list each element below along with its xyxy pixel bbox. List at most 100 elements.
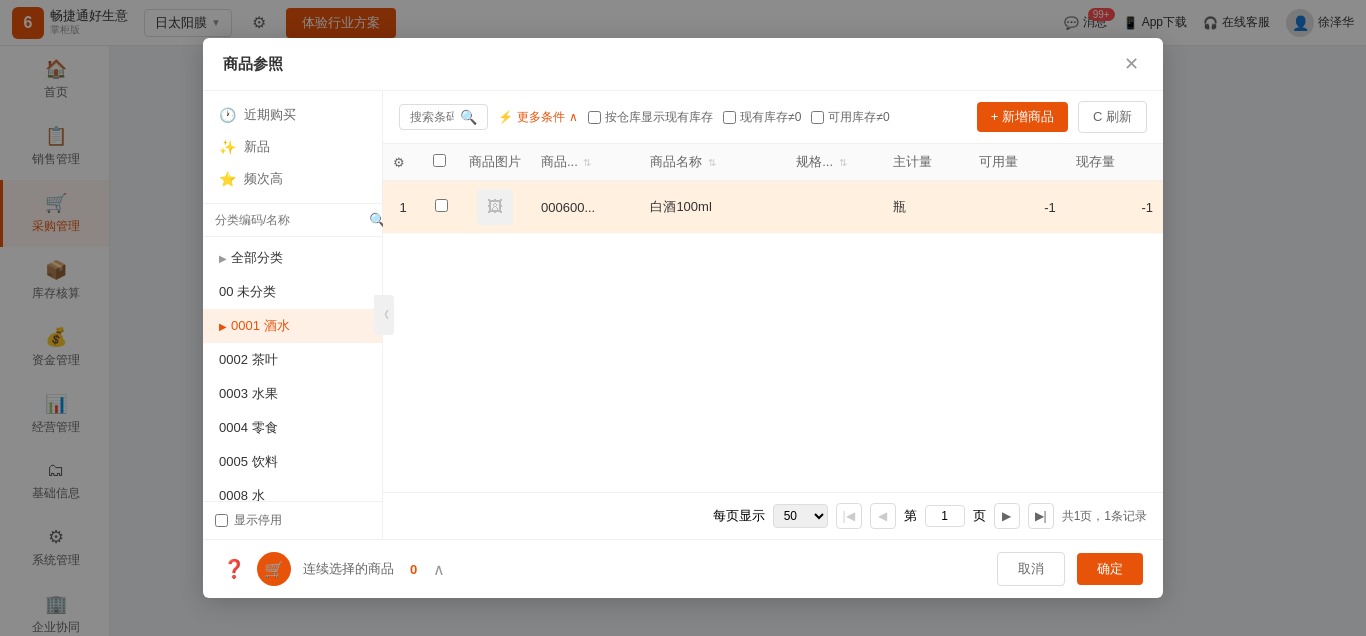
filter-icon: ⚡ [498, 110, 513, 124]
per-page-select[interactable]: 50 100 200 [773, 504, 828, 528]
product-search-icon[interactable]: 🔍 [460, 109, 477, 125]
th-spec[interactable]: 规格... ⇅ [786, 144, 883, 181]
warehouse-checkbox[interactable] [588, 111, 601, 124]
cat-item-0002[interactable]: 0002 茶叶 [203, 343, 382, 377]
modal-body: 🕐 近期购买 ✨ 新品 ⭐ 频次高 🔍 [203, 91, 1163, 539]
selected-count: 0 [410, 562, 417, 577]
row-checkbox[interactable] [423, 181, 459, 234]
product-table: ⚙ 商品图片 商品... ⇅ 商品名称 ⇅ [383, 144, 1163, 234]
product-table-wrap: ⚙ 商品图片 商品... ⇅ 商品名称 ⇅ [383, 144, 1163, 492]
tab-freq-label: 频次高 [244, 170, 283, 188]
usable-checkbox[interactable] [811, 111, 824, 124]
code-sort-icon: ⇅ [583, 157, 591, 168]
tab-recent-purchase[interactable]: 🕐 近期购买 [203, 99, 382, 131]
help-icon[interactable]: ❓ [223, 558, 245, 580]
th-gear[interactable]: ⚙ [383, 144, 423, 181]
category-list: ▶ 全部分类 00 未分类 ▶ 0001 酒水 0002 茶叶 0003 水果 [203, 237, 382, 501]
star-icon: ⭐ [219, 171, 236, 187]
row-unit: 瓶 [883, 181, 968, 234]
cat-item-0003[interactable]: 0003 水果 [203, 377, 382, 411]
cat-item-0001[interactable]: ▶ 0001 酒水 [203, 309, 382, 343]
pagination: 每页显示 50 100 200 |◀ ◀ 第 页 ▶ ▶| 共1页，1条记录 [383, 492, 1163, 539]
product-panel: 🔍 ⚡ 更多条件 ∧ 按仓库显示现有库存 现有库存≠0 [383, 91, 1163, 539]
row-available: -1 [969, 181, 1066, 234]
th-stock: 现存量 [1066, 144, 1163, 181]
show-disabled-label[interactable]: 显示停用 [215, 512, 370, 529]
product-toolbar: 🔍 ⚡ 更多条件 ∧ 按仓库显示现有库存 现有库存≠0 [383, 91, 1163, 144]
th-image: 商品图片 [459, 144, 531, 181]
row-num: 1 [383, 181, 423, 234]
row-select-checkbox[interactable] [435, 199, 448, 212]
product-reference-modal: 商品参照 ✕ 🕐 近期购买 ✨ 新品 ⭐ 频次高 [203, 38, 1163, 598]
refresh-button[interactable]: C 刷新 [1078, 101, 1147, 133]
warehouse-checkbox-label[interactable]: 按仓库显示现有库存 [588, 109, 713, 126]
cat-arrow-all: ▶ [219, 253, 227, 264]
product-search-box: 🔍 [399, 104, 488, 130]
table-row[interactable]: 1 🖼 000600... 白酒100ml 瓶 -1 -1 [383, 181, 1163, 234]
th-unit[interactable]: 主计量 [883, 144, 968, 181]
cat-item-all[interactable]: ▶ 全部分类 [203, 241, 382, 275]
spec-sort-icon: ⇅ [839, 157, 847, 168]
page-unit: 页 [973, 507, 986, 525]
footer-collapse-icon[interactable]: ∧ [433, 560, 445, 579]
category-search: 🔍 [203, 204, 382, 237]
th-name[interactable]: 商品名称 ⇅ [640, 144, 786, 181]
tab-recent-label: 近期购买 [244, 106, 296, 124]
modal-overlay: 商品参照 ✕ 🕐 近期购买 ✨ 新品 ⭐ 频次高 [0, 0, 1366, 636]
select-all-checkbox[interactable] [433, 154, 446, 167]
category-top-tabs: 🕐 近期购买 ✨ 新品 ⭐ 频次高 [203, 91, 382, 204]
page-label: 第 [904, 507, 917, 525]
name-sort-icon: ⇅ [708, 157, 716, 168]
category-panel: 🕐 近期购买 ✨ 新品 ⭐ 频次高 🔍 [203, 91, 383, 539]
category-search-input[interactable] [215, 213, 365, 227]
add-product-button[interactable]: + 新增商品 [977, 102, 1068, 132]
per-page-label: 每页显示 [713, 507, 765, 525]
cat-item-0008[interactable]: 0008 水 [203, 479, 382, 501]
cart-icon: 🛒 [257, 552, 291, 586]
available-checkbox-text: 现有库存≠0 [740, 109, 801, 126]
new-icon: ✨ [219, 139, 236, 155]
usable-checkbox-label[interactable]: 可用库存≠0 [811, 109, 889, 126]
show-disabled-checkbox[interactable] [215, 514, 228, 527]
th-code[interactable]: 商品... ⇅ [531, 144, 640, 181]
page-first-button[interactable]: |◀ [836, 503, 862, 529]
page-last-button[interactable]: ▶| [1028, 503, 1054, 529]
th-check[interactable] [423, 144, 459, 181]
row-stock: -1 [1066, 181, 1163, 234]
row-code: 000600... [531, 181, 640, 234]
page-next-button[interactable]: ▶ [994, 503, 1020, 529]
filter-arrow-icon: ∧ [569, 110, 578, 124]
row-spec [786, 181, 883, 234]
filter-label: 更多条件 [517, 109, 565, 126]
selected-label: 连续选择的商品 [303, 560, 394, 578]
cancel-button[interactable]: 取消 [997, 552, 1065, 586]
modal-title: 商品参照 [223, 55, 283, 74]
clock-icon: 🕐 [219, 107, 236, 123]
warehouse-checkbox-text: 按仓库显示现有库存 [605, 109, 713, 126]
tab-high-frequency[interactable]: ⭐ 频次高 [203, 163, 382, 195]
page-number-input[interactable] [925, 505, 965, 527]
tab-new-label: 新品 [244, 138, 270, 156]
product-search-input[interactable] [410, 110, 454, 124]
cat-item-0005[interactable]: 0005 饮料 [203, 445, 382, 479]
row-image: 🖼 [459, 181, 531, 234]
modal-header: 商品参照 ✕ [203, 38, 1163, 91]
available-checkbox-label[interactable]: 现有库存≠0 [723, 109, 801, 126]
row-name: 白酒100ml [640, 181, 786, 234]
modal-footer: ❓ 🛒 连续选择的商品 0 ∧ 取消 确定 [203, 539, 1163, 598]
usable-checkbox-text: 可用库存≠0 [828, 109, 889, 126]
th-available: 可用量 [969, 144, 1066, 181]
tab-new-products[interactable]: ✨ 新品 [203, 131, 382, 163]
available-checkbox[interactable] [723, 111, 736, 124]
product-image-placeholder: 🖼 [477, 189, 513, 225]
modal-close-button[interactable]: ✕ [1119, 52, 1143, 76]
confirm-button[interactable]: 确定 [1077, 553, 1143, 585]
page-prev-button[interactable]: ◀ [870, 503, 896, 529]
panel-collapse-button[interactable]: 《 [374, 295, 394, 335]
cat-item-00[interactable]: 00 未分类 [203, 275, 382, 309]
cat-item-0004[interactable]: 0004 零食 [203, 411, 382, 445]
filter-more-button[interactable]: ⚡ 更多条件 ∧ [498, 109, 578, 126]
page-total-info: 共1页，1条记录 [1062, 508, 1147, 525]
cat-arrow-0001: ▶ [219, 321, 227, 332]
category-footer: 显示停用 [203, 501, 382, 539]
